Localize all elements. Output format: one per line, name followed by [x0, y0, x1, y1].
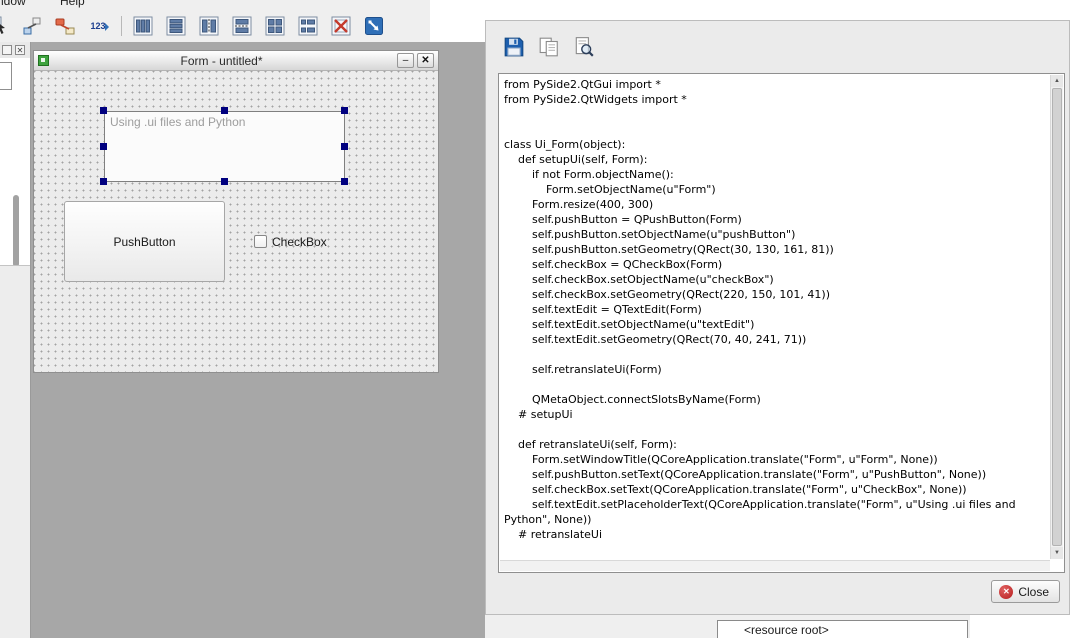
selection-handle-bottom-mid[interactable]: [221, 178, 228, 185]
edit-buddies-button[interactable]: [53, 14, 77, 38]
splitter-vertical-icon: [231, 15, 253, 37]
adjust-size-icon: [363, 15, 385, 37]
copy-icon: [538, 36, 560, 58]
code-text[interactable]: from PySide2.QtGui import * from PySide2…: [504, 77, 1046, 558]
splitter-horizontal-icon: [198, 15, 220, 37]
copy-button[interactable]: [537, 35, 561, 59]
scroll-down-button[interactable]: ▼: [1051, 547, 1063, 559]
menu-item-help[interactable]: Help: [60, 0, 85, 8]
bottom-white-area: [970, 615, 1077, 638]
layout-grid-button[interactable]: [263, 14, 287, 38]
selection-handle-top-right[interactable]: [341, 107, 348, 114]
tab-order-icon: 123: [90, 21, 105, 31]
layout-horizontal-splitter-button[interactable]: [197, 14, 221, 38]
break-layout-button[interactable]: [329, 14, 353, 38]
selection-handle-top-left[interactable]: [100, 107, 107, 114]
widget-box-lower-area: [0, 265, 30, 638]
checkbox-widget[interactable]: CheckBox: [254, 221, 355, 262]
designer-screen: Window Help 123: [0, 0, 1077, 638]
textedit-placeholder: Using .ui files and Python: [110, 115, 245, 129]
form-close-button[interactable]: ✕: [417, 53, 434, 68]
selection-handle-top-mid[interactable]: [221, 107, 228, 114]
edit-signals-slots-button[interactable]: [20, 14, 44, 38]
close-icon: ✕: [999, 585, 1013, 599]
form-window[interactable]: Form - untitled* – ✕ Using .ui files and…: [33, 50, 439, 373]
widget-box-dock-header: ✕: [0, 42, 30, 58]
scroll-thumb[interactable]: [1052, 88, 1062, 546]
close-button-label: Close: [1018, 585, 1049, 599]
widget-box-panel: ✕: [0, 42, 31, 638]
resource-root-item[interactable]: <resource root>: [744, 623, 829, 637]
scroll-up-button[interactable]: ▲: [1051, 75, 1063, 87]
dock-float-button[interactable]: [2, 45, 12, 55]
menubar: Window Help: [0, 0, 430, 9]
form-canvas[interactable]: Using .ui files and Python PushButton Ch…: [34, 71, 438, 372]
edit-tab-order-button[interactable]: 123: [86, 14, 110, 38]
layout-form-icon: [297, 15, 319, 37]
signal-slot-icon: [21, 15, 43, 37]
toolbar-separator: [121, 16, 122, 36]
bottom-panel-fragment: <resource root>: [485, 615, 1077, 638]
code-vscrollbar[interactable]: ▲ ▼: [1050, 75, 1063, 559]
code-view[interactable]: from PySide2.QtGui import * from PySide2…: [498, 73, 1065, 573]
toolbar: 123: [0, 9, 430, 43]
layout-vertical-button[interactable]: [164, 14, 188, 38]
form-window-icon: [38, 55, 49, 66]
layout-horizontal-icon: [132, 15, 154, 37]
widget-box-scrollbar[interactable]: [13, 195, 19, 267]
code-hscrollbar[interactable]: [500, 560, 1050, 571]
selection-handle-bottom-left[interactable]: [100, 178, 107, 185]
buddy-icon: [54, 15, 76, 37]
pushbutton-widget[interactable]: PushButton: [64, 201, 225, 282]
close-button[interactable]: ✕ Close: [991, 580, 1060, 603]
layout-vertical-icon: [165, 15, 187, 37]
code-preview-dialog: from PySide2.QtGui import * from PySide2…: [485, 20, 1070, 615]
textedit-widget[interactable]: Using .ui files and Python: [104, 111, 345, 182]
layout-horizontal-button[interactable]: [131, 14, 155, 38]
form-titlebar[interactable]: Form - untitled* – ✕: [34, 51, 438, 71]
edit-widgets-button[interactable]: [0, 14, 11, 38]
code-dialog-toolbar: [502, 35, 596, 59]
selection-handle-bottom-right[interactable]: [341, 178, 348, 185]
layout-form-button[interactable]: [296, 14, 320, 38]
form-minimize-button[interactable]: –: [397, 53, 414, 68]
form-title: Form - untitled*: [49, 54, 394, 68]
layout-grid-icon: [264, 15, 286, 37]
resource-tree-fragment[interactable]: <resource root>: [717, 620, 968, 638]
pointer-icon: [0, 15, 10, 37]
layout-vertical-splitter-button[interactable]: [230, 14, 254, 38]
widget-filter-input[interactable]: [0, 62, 12, 90]
break-layout-icon: [330, 15, 352, 37]
save-button[interactable]: [502, 35, 526, 59]
dock-close-button[interactable]: ✕: [15, 45, 25, 55]
selection-handle-left-mid[interactable]: [100, 143, 107, 150]
checkbox-label: CheckBox: [272, 235, 327, 249]
menu-item-window[interactable]: Window: [0, 0, 26, 8]
find-button[interactable]: [572, 35, 596, 59]
save-icon: [503, 36, 525, 58]
adjust-size-button[interactable]: [362, 14, 386, 38]
find-icon: [573, 36, 595, 58]
checkbox-indicator[interactable]: [254, 235, 267, 248]
selection-handle-right-mid[interactable]: [341, 143, 348, 150]
